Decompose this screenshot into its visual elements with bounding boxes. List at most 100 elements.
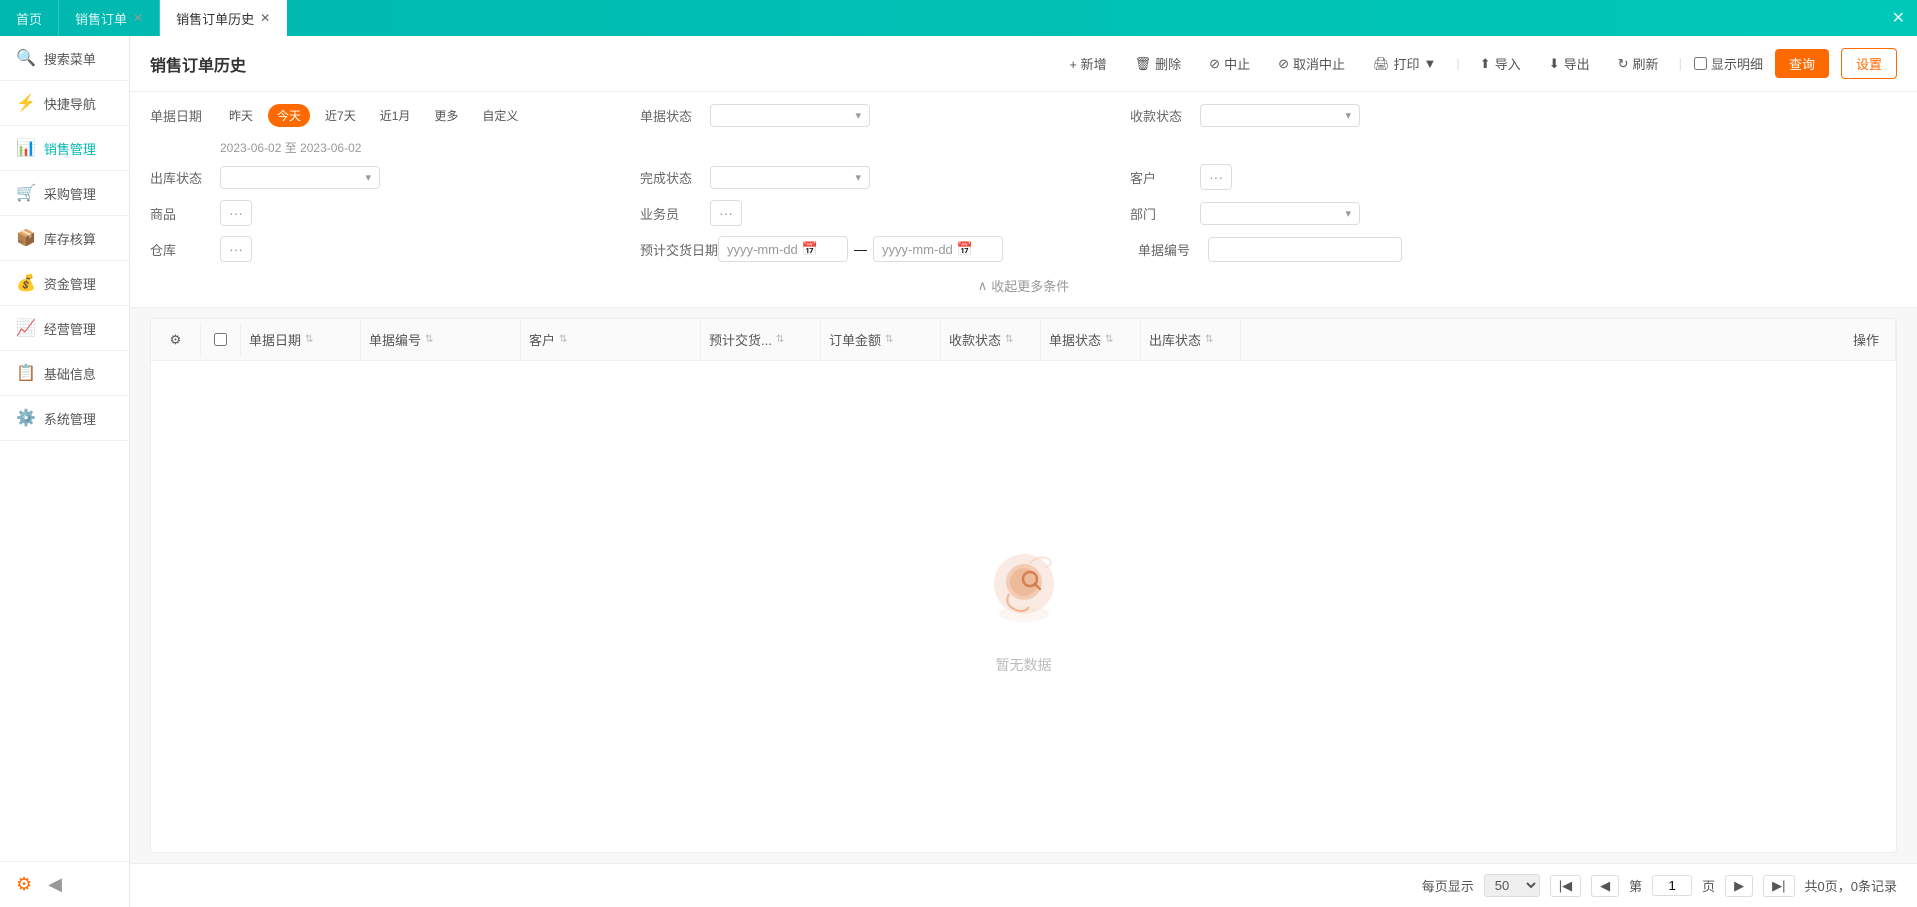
page-prev-btn[interactable]: ◀ <box>1591 875 1619 897</box>
page-number-input[interactable] <box>1652 875 1692 896</box>
sidebar-item-system-label: 系统管理 <box>44 409 96 428</box>
th-customer[interactable]: 客户 ⇅ <box>521 320 701 359</box>
new-button[interactable]: + 新增 <box>1061 50 1114 77</box>
sidebar-item-inventory[interactable]: 📦 库存核算 <box>0 216 129 261</box>
sidebar-item-system[interactable]: ⚙️ 系统管理 <box>0 396 129 441</box>
salesperson-label: 业务员 <box>640 204 710 223</box>
date-pill-today[interactable]: 今天 <box>268 104 310 127</box>
delete-button[interactable]: 🗑 删除 <box>1127 50 1190 77</box>
customer-label: 客户 <box>1130 168 1200 187</box>
show-detail-checkbox[interactable]: 显示明细 <box>1694 54 1763 73</box>
date-pill-7days[interactable]: 近7天 <box>316 104 365 127</box>
bill-no-label: 单据编号 <box>1138 240 1208 259</box>
delivery-date-to[interactable]: yyyy-mm-dd 📅 <box>873 236 1003 262</box>
tab-home[interactable]: 首页 <box>0 0 59 36</box>
show-detail-input[interactable] <box>1694 57 1707 70</box>
th-op-label: 操作 <box>1853 330 1879 349</box>
delivery-date-from[interactable]: yyyy-mm-dd 📅 <box>718 236 848 262</box>
page-size-select[interactable]: 50 10 20 100 <box>1484 874 1540 897</box>
tab-sales-history-label: 销售订单历史 <box>176 9 254 28</box>
page-first-btn[interactable]: |◀ <box>1550 875 1581 897</box>
complete-status-select[interactable]: ▾ <box>710 166 870 189</box>
cancel-stop-button[interactable]: ⊘ 取消中止 <box>1270 50 1353 77</box>
tab-sales-order[interactable]: 销售订单 ✕ <box>59 0 160 36</box>
bill-no-input[interactable] <box>1208 237 1402 262</box>
th-bill-status[interactable]: 单据状态 ⇅ <box>1041 320 1141 359</box>
filter-row-1: 单据日期 昨天 今天 近7天 近1月 更多 自定义 单据状态 ▾ <box>150 104 1897 127</box>
sidebar-item-basic-info[interactable]: 📋 基础信息 <box>0 351 129 396</box>
import-button[interactable]: ⬆ 导入 <box>1472 50 1529 77</box>
stop-icon: ⊘ <box>1209 56 1220 72</box>
window-close-btn[interactable]: ✕ <box>1892 8 1905 28</box>
delivery-date-control: yyyy-mm-dd 📅 — yyyy-mm-dd 📅 <box>718 236 1098 262</box>
query-button[interactable]: 查询 <box>1775 49 1829 78</box>
customer-select[interactable]: ··· <box>1200 164 1232 190</box>
th-no[interactable]: 单据编号 ⇅ <box>361 320 521 359</box>
th-pay-status-label: 收款状态 <box>949 330 1001 349</box>
filter-row-2: 出库状态 ▾ 完成状态 ▾ 客户 ··· <box>150 164 1897 190</box>
salesperson-select[interactable]: ··· <box>710 200 742 226</box>
pay-status-chevron: ▾ <box>1345 109 1351 122</box>
th-delivery-label: 预计交货... <box>709 330 772 349</box>
salesperson-control: ··· <box>710 200 1090 226</box>
empty-text: 暂无数据 <box>996 655 1052 675</box>
th-pay-status[interactable]: 收款状态 ⇅ <box>941 320 1041 359</box>
date-pill-1month[interactable]: 近1月 <box>371 104 420 127</box>
sidebar-item-sales[interactable]: 📊 销售管理 <box>0 126 129 171</box>
pay-status-select[interactable]: ▾ <box>1200 104 1360 127</box>
tab-sales-history-close[interactable]: ✕ <box>260 11 270 25</box>
top-bar: 首页 销售订单 ✕ 销售订单历史 ✕ ✕ <box>0 0 1917 36</box>
page-header: 销售订单历史 + 新增 🗑 删除 ⊘ 中止 ⊘ 取消中止 🖨 <box>130 36 1917 92</box>
tab-sales-history[interactable]: 销售订单历史 ✕ <box>160 0 287 36</box>
th-settings[interactable]: ⚙ <box>151 322 201 358</box>
page-label-pre: 第 <box>1629 876 1642 895</box>
warehouse-label: 仓库 <box>150 240 220 259</box>
product-select[interactable]: ··· <box>220 200 252 226</box>
purchase-icon: 🛒 <box>16 183 36 203</box>
page-title: 销售订单历史 <box>150 52 246 76</box>
th-amount[interactable]: 订单金额 ⇅ <box>821 320 941 359</box>
sidebar-item-nav[interactable]: ⚡ 快捷导航 <box>0 81 129 126</box>
refresh-icon: ↻ <box>1618 56 1629 72</box>
sidebar-item-purchase-label: 采购管理 <box>44 184 96 203</box>
th-out-status[interactable]: 出库状态 ⇅ <box>1141 320 1241 359</box>
date-pill-more[interactable]: 更多 <box>425 104 467 127</box>
stop-button[interactable]: ⊘ 中止 <box>1201 50 1258 77</box>
th-delivery[interactable]: 预计交货... ⇅ <box>701 320 821 359</box>
th-date[interactable]: 单据日期 ⇅ <box>241 320 361 359</box>
toolbar: + 新增 🗑 删除 ⊘ 中止 ⊘ 取消中止 🖨 打印 ▼ <box>1061 48 1897 79</box>
th-no-label: 单据编号 <box>369 330 421 349</box>
sidebar-item-purchase[interactable]: 🛒 采购管理 <box>0 171 129 216</box>
out-status-select[interactable]: ▾ <box>220 166 380 189</box>
th-out-status-label: 出库状态 <box>1149 330 1201 349</box>
filter-row-3: 商品 ··· 业务员 ··· 部门 ▾ <box>150 200 1897 226</box>
warehouse-select[interactable]: ··· <box>220 236 252 262</box>
sidebar-item-operations[interactable]: 📈 经营管理 <box>0 306 129 351</box>
pay-status-label: 收款状态 <box>1130 106 1200 125</box>
export-button[interactable]: ⬇ 导出 <box>1541 50 1598 77</box>
toolbar-divider-1: | <box>1456 56 1459 71</box>
filter-collapse-btn[interactable]: ∧ 收起更多条件 <box>150 272 1897 295</box>
settings-gear-icon: ⚙ <box>170 332 182 348</box>
sidebar-item-finance[interactable]: 💰 资金管理 <box>0 261 129 306</box>
department-select[interactable]: ▾ <box>1200 202 1360 225</box>
date-pill-custom[interactable]: 自定义 <box>473 104 527 127</box>
settings-button[interactable]: 设置 <box>1841 48 1897 79</box>
sidebar-item-search[interactable]: 🔍 搜索菜单 <box>0 36 129 81</box>
select-all-checkbox[interactable] <box>214 333 227 346</box>
sidebar-collapse-icon[interactable]: ◀ <box>48 874 62 895</box>
print-button[interactable]: 🖨 打印 ▼ <box>1365 50 1444 77</box>
th-checkbox[interactable] <box>201 323 241 356</box>
bill-status-select[interactable]: ▾ <box>710 104 870 127</box>
tab-sales-order-close[interactable]: ✕ <box>133 11 143 25</box>
top-bar-right: ✕ <box>1880 0 1917 36</box>
page-next-btn[interactable]: ▶ <box>1725 875 1753 897</box>
sidebar-item-basic-info-label: 基础信息 <box>44 364 96 383</box>
page-last-btn[interactable]: ▶| <box>1763 875 1794 897</box>
sidebar-settings-icon[interactable]: ⚙ <box>16 874 32 895</box>
product-control: ··· <box>220 200 600 226</box>
date-pill-yesterday[interactable]: 昨天 <box>220 104 262 127</box>
sales-icon: 📊 <box>16 138 36 158</box>
query-label: 查询 <box>1789 54 1815 73</box>
refresh-button[interactable]: ↻ 刷新 <box>1610 50 1667 77</box>
